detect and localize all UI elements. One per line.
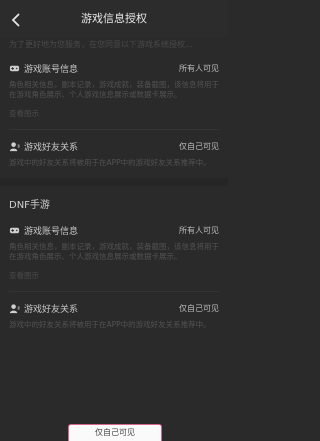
view-illustration-link[interactable]: 查看图示: [9, 270, 219, 281]
item-description: 角色相关信息，副本记录，游戏成就，装备截图，该信息将用于在游戏角色展示、个人游戏…: [9, 80, 219, 99]
section-gap: [0, 178, 228, 186]
account-info-row[interactable]: 游戏账号信息 所有人可见: [9, 58, 219, 78]
visibility-label[interactable]: 仅自己可见: [179, 303, 219, 314]
visibility-label[interactable]: 所有人可见: [179, 225, 219, 236]
user-icon: [9, 303, 20, 313]
divider: [9, 291, 219, 292]
header-bar: 游戏信息授权: [0, 0, 228, 38]
visibility-label[interactable]: 所有人可见: [179, 63, 219, 74]
friend-relation-row[interactable]: 游戏好友关系 仅自己可见: [9, 298, 219, 318]
view-illustration-link[interactable]: 查看图示: [9, 108, 219, 119]
gamepad-icon: [9, 65, 20, 71]
item-description: 角色相关信息，副本记录，游戏成就，装备截图，该信息将用于在游戏角色展示、个人游戏…: [9, 242, 219, 261]
game-section: 游戏账号信息 所有人可见 角色相关信息，副本记录，游戏成就，装备截图，该信息将用…: [0, 220, 228, 330]
intro-text: 为了更好地为您服务，在您同意以下游戏系统授权...: [9, 40, 193, 49]
game-section: 游戏账号信息 所有人可见 角色相关信息，副本记录，游戏成就，装备截图，该信息将用…: [0, 58, 228, 178]
item-name: 游戏好友关系: [24, 304, 79, 315]
visibility-option-button[interactable]: 仅自己可见: [68, 424, 162, 441]
item-description: 游戏中的好友关系将被用于在APP中的游戏好友关系推荐中。: [9, 158, 211, 167]
divider: [9, 129, 219, 130]
account-info-row[interactable]: 游戏账号信息 所有人可见: [9, 220, 219, 240]
page-title: 游戏信息授权: [81, 12, 147, 25]
content-scroll[interactable]: 游戏账号信息 所有人可见 角色相关信息，副本记录，游戏成就，装备截图，该信息将用…: [0, 58, 228, 436]
visibility-label[interactable]: 仅自己可见: [179, 141, 219, 152]
gamepad-icon: [9, 227, 20, 233]
item-name: 游戏账号信息: [24, 64, 79, 75]
item-name: 游戏账号信息: [24, 226, 79, 237]
game-title: DNF手游: [0, 186, 228, 216]
user-icon: [9, 141, 20, 151]
item-name: 游戏好友关系: [24, 142, 79, 153]
item-description: 游戏中的好友关系将被用于在APP中的游戏好友关系推荐中。: [9, 320, 211, 329]
friend-relation-row[interactable]: 游戏好友关系 仅自己可见: [9, 136, 219, 156]
